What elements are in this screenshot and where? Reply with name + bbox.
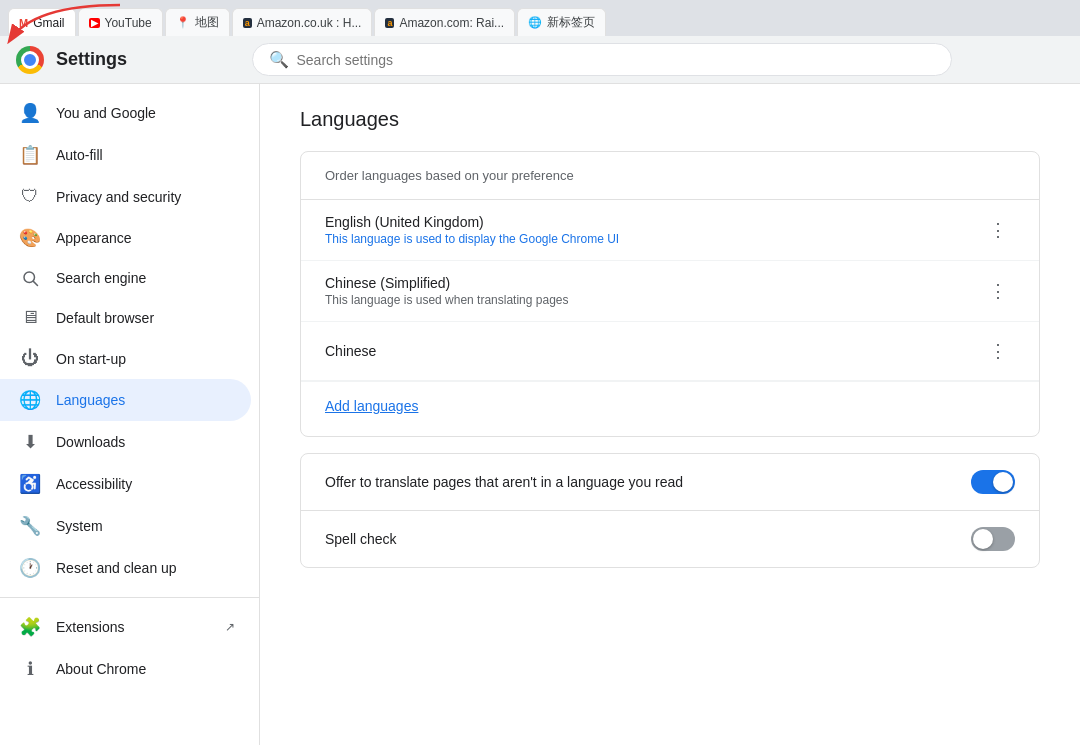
tab-youtube[interactable]: ▶ YouTube <box>78 8 163 36</box>
add-languages-link[interactable]: Add languages <box>301 384 1039 428</box>
section-title: Languages <box>300 108 1040 131</box>
puzzle-icon: 🧩 <box>20 616 40 638</box>
tab-maps[interactable]: 📍 地图 <box>165 8 230 36</box>
sidebar-item-about-chrome[interactable]: ℹ About Chrome <box>0 648 251 690</box>
info-icon: ℹ <box>20 658 40 680</box>
translate-setting-label: Offer to translate pages that aren't in … <box>325 474 971 490</box>
sidebar-label-downloads: Downloads <box>56 434 235 450</box>
palette-icon: 🎨 <box>20 227 40 249</box>
lang-desc-chinese-simplified: This language is used when translating p… <box>325 293 981 307</box>
sidebar-label-privacy-security: Privacy and security <box>56 189 235 205</box>
search-input[interactable] <box>297 52 935 68</box>
spell-check-setting-label: Spell check <box>325 531 971 547</box>
lang-info-english: English (United Kingdom) This language i… <box>325 214 981 246</box>
translate-setting-row: Offer to translate pages that aren't in … <box>301 454 1039 511</box>
lang-info-chinese: Chinese <box>325 343 981 359</box>
browser-toolbar: Settings 🔍 <box>0 36 1080 84</box>
sidebar-item-search-engine[interactable]: Search engine <box>0 259 251 297</box>
main-content: Languages Order languages based on your … <box>260 84 1080 745</box>
external-link-icon: ↗ <box>225 620 235 634</box>
shield-icon: 🛡 <box>20 186 40 207</box>
tab-youtube-label: YouTube <box>105 16 152 30</box>
maps-favicon: 📍 <box>176 16 190 29</box>
gmail-favicon: M <box>19 17 28 29</box>
order-header: Order languages based on your preference <box>301 152 1039 200</box>
sidebar-item-extensions[interactable]: 🧩 Extensions ↗ <box>0 606 251 648</box>
sidebar-label-extensions: Extensions <box>56 619 209 635</box>
lang-name-chinese-simplified: Chinese (Simplified) <box>325 275 981 291</box>
sidebar-label-default-browser: Default browser <box>56 310 235 326</box>
tab-amazon-uk[interactable]: a Amazon.co.uk : H... <box>232 8 373 36</box>
sidebar-label-languages: Languages <box>56 392 235 408</box>
chrome-logo <box>16 46 44 74</box>
lang-info-chinese-simplified: Chinese (Simplified) This language is us… <box>325 275 981 307</box>
sidebar-item-downloads[interactable]: ⬇ Downloads <box>0 421 251 463</box>
three-dots-chinese[interactable]: ⋮ <box>981 336 1015 366</box>
three-dots-chinese-simplified[interactable]: ⋮ <box>981 276 1015 306</box>
tab-amazon-uk-label: Amazon.co.uk : H... <box>257 16 362 30</box>
youtube-favicon: ▶ <box>89 18 100 28</box>
spell-check-toggle[interactable] <box>971 527 1015 551</box>
translate-toggle[interactable] <box>971 470 1015 494</box>
tab-maps-label: 地图 <box>195 14 219 31</box>
sidebar-item-default-browser[interactable]: 🖥 Default browser <box>0 297 251 338</box>
globe-favicon: 🌐 <box>528 16 542 29</box>
svg-line-1 <box>33 281 37 285</box>
tab-amazon-com-label: Amazon.com: Rai... <box>399 16 504 30</box>
language-item-chinese-simplified: Chinese (Simplified) This language is us… <box>301 261 1039 322</box>
sidebar-label-search-engine: Search engine <box>56 270 235 286</box>
add-languages-row: Add languages <box>301 381 1039 436</box>
toggle-settings-card: Offer to translate pages that aren't in … <box>300 453 1040 568</box>
lang-name-chinese: Chinese <box>325 343 981 359</box>
tab-new-tab-label: 新标签页 <box>547 14 595 31</box>
sidebar-label-accessibility: Accessibility <box>56 476 235 492</box>
sidebar: 👤 You and Google 📋 Auto-fill 🛡 Privacy a… <box>0 84 260 745</box>
spell-check-setting-row: Spell check <box>301 511 1039 567</box>
history-icon: 🕐 <box>20 557 40 579</box>
power-icon: ⏻ <box>20 348 40 369</box>
languages-card: Order languages based on your preference… <box>300 151 1040 437</box>
sidebar-label-auto-fill: Auto-fill <box>56 147 235 163</box>
sidebar-label-about-chrome: About Chrome <box>56 661 235 677</box>
sidebar-item-appearance[interactable]: 🎨 Appearance <box>0 217 251 259</box>
sidebar-label-on-startup: On start-up <box>56 351 235 367</box>
sidebar-label-you-and-google: You and Google <box>56 105 235 121</box>
tab-gmail-label: Gmail <box>33 16 64 30</box>
sidebar-item-privacy-security[interactable]: 🛡 Privacy and security <box>0 176 251 217</box>
lang-desc-english: This language is used to display the Goo… <box>325 232 981 246</box>
language-item-chinese: Chinese ⋮ <box>301 322 1039 381</box>
app-body: 👤 You and Google 📋 Auto-fill 🛡 Privacy a… <box>0 84 1080 745</box>
amazon-com-favicon: a <box>385 18 394 28</box>
sidebar-label-system: System <box>56 518 235 534</box>
lang-name-english: English (United Kingdom) <box>325 214 981 230</box>
sidebar-item-reset-clean[interactable]: 🕐 Reset and clean up <box>0 547 251 589</box>
tab-gmail[interactable]: M Gmail <box>8 8 76 36</box>
sidebar-item-accessibility[interactable]: ♿ Accessibility <box>0 463 251 505</box>
sidebar-item-languages[interactable]: 🌐 Languages <box>0 379 251 421</box>
tab-new-tab[interactable]: 🌐 新标签页 <box>517 8 606 36</box>
search-icon: 🔍 <box>269 50 289 69</box>
settings-page-title: Settings <box>56 49 127 70</box>
sidebar-item-auto-fill[interactable]: 📋 Auto-fill <box>0 134 251 176</box>
sidebar-label-reset-clean: Reset and clean up <box>56 560 235 576</box>
sidebar-divider <box>0 597 259 598</box>
tab-bar: M Gmail ▶ YouTube 📍 地图 a Amazon.co.uk : … <box>0 0 1080 36</box>
browser-icon: 🖥 <box>20 307 40 328</box>
download-icon: ⬇ <box>20 431 40 453</box>
search-icon-sidebar <box>20 269 40 287</box>
wrench-icon: 🔧 <box>20 515 40 537</box>
globe-icon: 🌐 <box>20 389 40 411</box>
sidebar-label-appearance: Appearance <box>56 230 235 246</box>
language-item-english: English (United Kingdom) This language i… <box>301 200 1039 261</box>
article-icon: 📋 <box>20 144 40 166</box>
three-dots-english[interactable]: ⋮ <box>981 215 1015 245</box>
amazon-uk-favicon: a <box>243 18 252 28</box>
tab-amazon-com[interactable]: a Amazon.com: Rai... <box>374 8 515 36</box>
sidebar-item-you-and-google[interactable]: 👤 You and Google <box>0 92 251 134</box>
sidebar-item-on-startup[interactable]: ⏻ On start-up <box>0 338 251 379</box>
accessibility-icon: ♿ <box>20 473 40 495</box>
person-icon: 👤 <box>20 102 40 124</box>
search-bar[interactable]: 🔍 <box>252 43 952 76</box>
sidebar-item-system[interactable]: 🔧 System <box>0 505 251 547</box>
